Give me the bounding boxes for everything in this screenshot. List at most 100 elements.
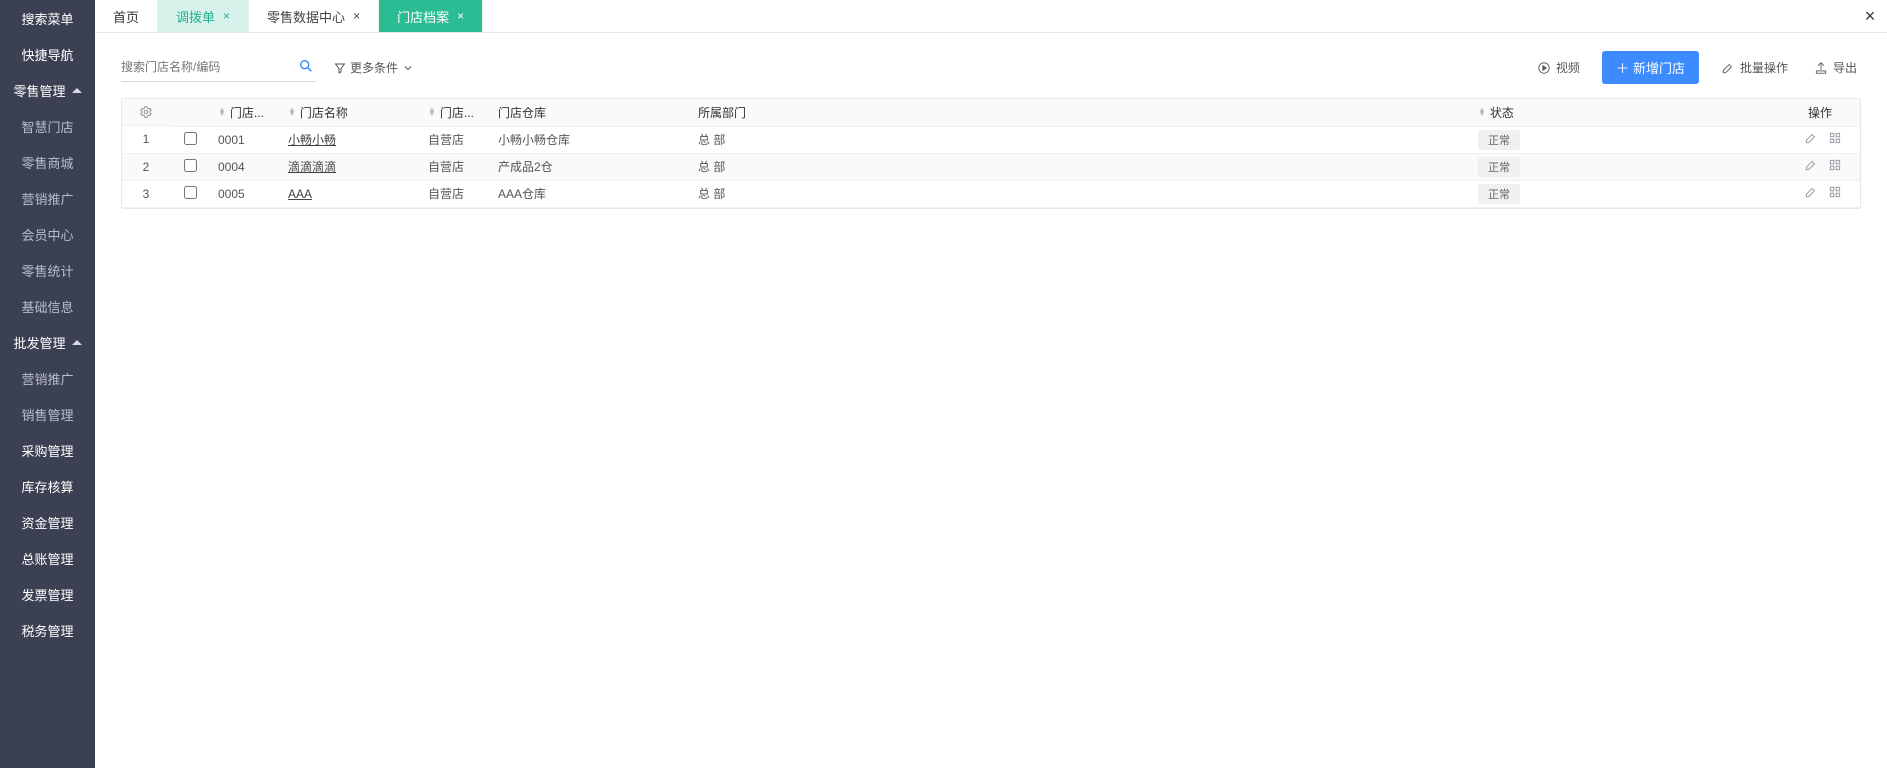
row-checkbox[interactable]: [184, 159, 197, 172]
col-code-label: 门店...: [230, 104, 264, 121]
row-more-icon[interactable]: [1828, 185, 1842, 202]
col-status[interactable]: ▲▼ 状态: [1470, 99, 1780, 126]
row-checkbox-cell: [170, 153, 210, 180]
caret-up-icon: [72, 88, 82, 93]
sort-icon: ▲▼: [288, 108, 296, 116]
sidebar-purchase[interactable]: 采购管理: [0, 432, 95, 468]
sidebar-group-wholesale[interactable]: 批发管理: [0, 324, 95, 360]
sort-icon: ▲▼: [218, 108, 226, 116]
sidebar-quick-nav[interactable]: 快捷导航: [0, 36, 95, 72]
col-type[interactable]: ▲▼门店...: [420, 99, 490, 126]
table-row: 10001小畅小畅自营店小畅小畅仓库总 部正常: [122, 126, 1860, 153]
tab-close-icon[interactable]: ×: [353, 10, 360, 22]
filter-icon: [334, 62, 346, 74]
tabs-close-all[interactable]: ×: [1853, 0, 1887, 32]
cell-status: 正常: [1470, 153, 1780, 180]
row-edit-icon[interactable]: [1804, 185, 1818, 202]
col-warehouse: 门店仓库: [490, 99, 690, 126]
tab-retail-data[interactable]: 零售数据中心 ×: [249, 0, 379, 32]
more-conditions-label: 更多条件: [350, 59, 398, 76]
tab-home[interactable]: 首页: [95, 0, 158, 32]
cell-warehouse: AAA仓库: [490, 180, 690, 207]
col-name[interactable]: ▲▼ 门店名称: [280, 99, 420, 126]
cell-code: 0001: [210, 126, 280, 153]
status-badge: 正常: [1478, 184, 1520, 204]
add-store-label: 新增门店: [1633, 58, 1685, 77]
row-index: 1: [122, 126, 170, 153]
table-row: 30005AAA自营店AAA仓库总 部正常: [122, 180, 1860, 207]
search-icon[interactable]: [298, 58, 314, 74]
chevron-down-icon: [402, 62, 414, 74]
row-checkbox-cell: [170, 126, 210, 153]
cell-name: 小畅小畅: [280, 126, 420, 153]
table-settings[interactable]: [122, 99, 170, 126]
row-checkbox-cell: [170, 180, 210, 207]
sidebar-sales-mgmt[interactable]: 销售管理: [0, 396, 95, 432]
video-label: 视频: [1556, 59, 1580, 76]
add-store-button[interactable]: ＋ 新增门店: [1602, 51, 1699, 84]
cell-dept: 总 部: [690, 180, 1470, 207]
row-more-icon[interactable]: [1828, 158, 1842, 175]
sidebar: 搜索菜单快捷导航 零售管理智慧门店零售商城营销推广会员中心零售统计基础信息批发管…: [0, 0, 95, 768]
sidebar-invoice[interactable]: 发票管理: [0, 576, 95, 612]
tab-close-icon[interactable]: ×: [457, 10, 464, 22]
sidebar-group-retail[interactable]: 零售管理: [0, 72, 95, 108]
export-icon: [1814, 61, 1828, 75]
sort-icon: ▲▼: [1478, 108, 1486, 116]
col-checkbox: [170, 99, 210, 126]
search-wrap: [121, 54, 316, 82]
cell-ops: [1780, 180, 1860, 207]
cell-type: 自营店: [420, 180, 490, 207]
cell-type: 自营店: [420, 153, 490, 180]
sidebar-ledger[interactable]: 总账管理: [0, 540, 95, 576]
col-type-label: 门店...: [440, 104, 474, 121]
plus-icon: ＋: [1616, 58, 1629, 77]
row-index: 3: [122, 180, 170, 207]
tab-label: 调拨单: [176, 7, 215, 26]
col-dept: 所属部门: [690, 99, 1470, 126]
row-checkbox[interactable]: [184, 132, 197, 145]
batch-button[interactable]: 批量操作: [1717, 53, 1792, 82]
tab-close-icon[interactable]: ×: [223, 10, 230, 22]
sidebar-member-center[interactable]: 会员中心: [0, 216, 95, 252]
row-edit-icon[interactable]: [1804, 158, 1818, 175]
sidebar-marketing-retail[interactable]: 营销推广: [0, 180, 95, 216]
col-status-label: 状态: [1490, 104, 1514, 121]
store-name-link[interactable]: 滴滴滴滴: [288, 160, 336, 174]
sidebar-marketing-wholesale[interactable]: 营销推广: [0, 360, 95, 396]
tab-label: 门店档案: [397, 7, 449, 26]
sidebar-tax[interactable]: 税务管理: [0, 612, 95, 648]
status-badge: 正常: [1478, 157, 1520, 177]
col-ops: 操作: [1780, 99, 1860, 126]
row-edit-icon[interactable]: [1804, 131, 1818, 148]
cell-ops: [1780, 153, 1860, 180]
video-button[interactable]: 视频: [1533, 53, 1584, 82]
cell-status: 正常: [1470, 126, 1780, 153]
table-header-row: ▲▼ 门店... ▲▼ 门店名称 ▲▼ 门店... 门店仓库 所属部门 ▲▼ 状态 操作: [122, 99, 1860, 126]
cell-warehouse: 小畅小畅仓库: [490, 126, 690, 153]
row-more-icon[interactable]: [1828, 131, 1842, 148]
sidebar-search-menu[interactable]: 搜索菜单: [0, 0, 95, 36]
table-row: 20004滴滴滴滴自营店产成品2仓总 部正常: [122, 153, 1860, 180]
col-name-label: 门店名称: [300, 104, 348, 121]
cell-status: 正常: [1470, 180, 1780, 207]
sidebar-basic-info[interactable]: 基础信息: [0, 288, 95, 324]
cell-warehouse: 产成品2仓: [490, 153, 690, 180]
tab-store-archive[interactable]: 门店档案 ×: [379, 0, 483, 32]
more-conditions[interactable]: 更多条件: [334, 59, 414, 76]
tab-transfer[interactable]: 调拨单 ×: [158, 0, 249, 32]
row-checkbox[interactable]: [184, 186, 197, 199]
store-name-link[interactable]: 小畅小畅: [288, 133, 336, 147]
sidebar-smart-store[interactable]: 智慧门店: [0, 108, 95, 144]
sidebar-inventory[interactable]: 库存核算: [0, 468, 95, 504]
sidebar-funds[interactable]: 资金管理: [0, 504, 95, 540]
store-name-link[interactable]: AAA: [288, 187, 312, 201]
cell-code: 0004: [210, 153, 280, 180]
content: 更多条件 视频 ＋ 新增门店 批量操作: [95, 33, 1887, 768]
tab-label: 零售数据中心: [267, 7, 345, 26]
sidebar-retail-mall[interactable]: 零售商城: [0, 144, 95, 180]
export-button[interactable]: 导出: [1810, 53, 1861, 82]
col-code[interactable]: ▲▼ 门店...: [210, 99, 280, 126]
sidebar-retail-stats[interactable]: 零售统计: [0, 252, 95, 288]
search-input[interactable]: [121, 60, 316, 74]
